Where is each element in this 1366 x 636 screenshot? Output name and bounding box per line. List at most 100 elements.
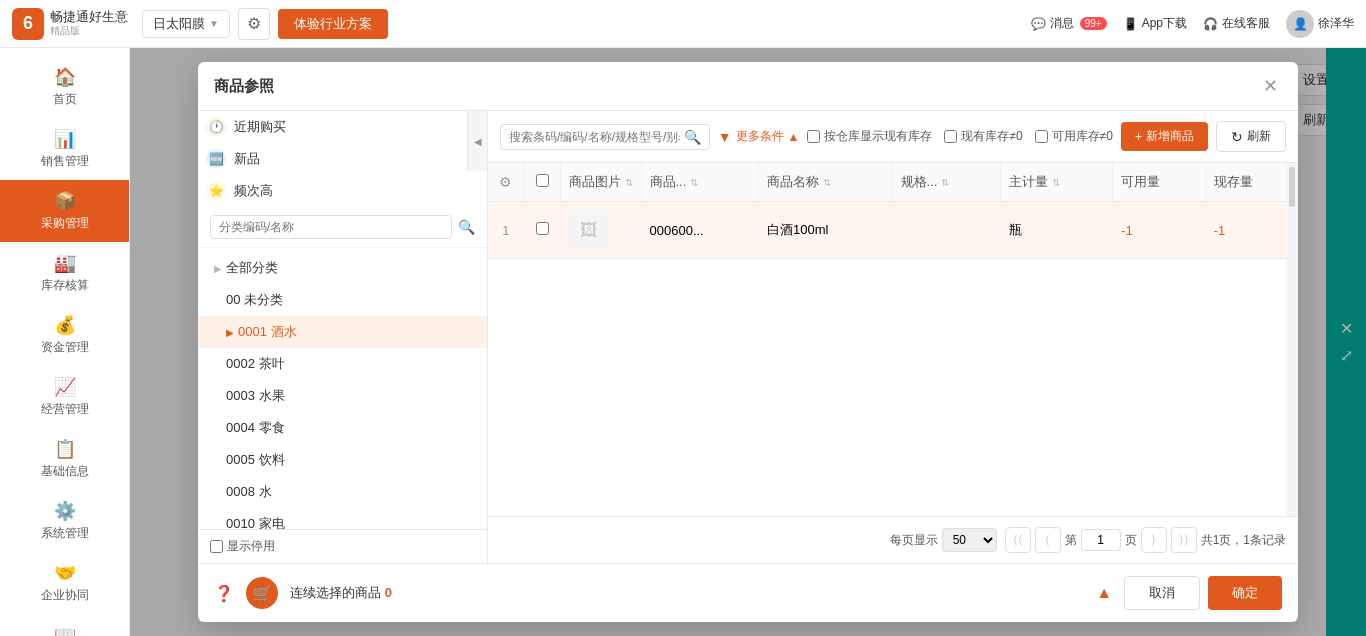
cat-0010[interactable]: 0010 家电 [198,508,487,529]
category-search-icon[interactable]: 🔍 [458,219,475,235]
collapse-button[interactable]: ◀ [467,111,487,171]
trial-button[interactable]: 体验行业方案 [278,9,388,39]
sidebar-item-basic[interactable]: 📋 基础信息 [0,428,129,490]
scrollbar-track[interactable] [1286,163,1298,516]
cat-0010-label: 0010 家电 [226,515,285,529]
cart-button[interactable]: 🛒 [246,577,278,609]
cat-0008-label: 0008 水 [226,483,272,501]
select-all-checkbox[interactable] [536,174,549,187]
row-available: -1 [1113,202,1205,259]
cat-arrow-0001: ▶ [226,327,234,338]
modal-overlay: 商品参照 ✕ 🕐 近期购买 [130,48,1366,636]
per-page: 每页显示 50 100 [890,528,997,552]
row-select-checkbox[interactable] [536,222,549,235]
settings-icon[interactable]: ⚙ [238,8,270,40]
cat-00[interactable]: 00 未分类 [198,284,487,316]
refresh-button[interactable]: ↻ 刷新 [1216,121,1286,152]
th-stock: 现存量 [1205,163,1297,202]
show-disabled-checkbox[interactable] [210,540,223,553]
sidebar-label-enterprise: 企业协同 [41,587,89,604]
add-product-button[interactable]: + 新增商品 [1121,122,1208,151]
filter-recent[interactable]: 🕐 近期购买 [198,111,467,143]
app-sub: 精品版 [50,24,128,38]
checkbox-usable-nonzero[interactable]: 可用库存≠0 [1035,128,1113,145]
cancel-button[interactable]: 取消 [1124,576,1200,610]
selected-count: 0 [385,585,392,600]
sidebar-item-sales[interactable]: 📊 销售管理 [0,118,129,180]
table-row[interactable]: 1 🖼 000600... 白酒100ml [488,202,1298,259]
guide-icon: 📖 [54,624,76,636]
product-search-input[interactable] [509,130,680,144]
th-available: 可用量 [1113,163,1205,202]
more-conditions-btn[interactable]: ▼ 更多条件 ▲ [718,128,800,145]
cat-0003[interactable]: 0003 水果 [198,380,487,412]
service-button[interactable]: 🎧 在线客服 [1203,15,1270,32]
category-search-input[interactable] [210,215,452,239]
store-selector[interactable]: 日太阳膜 ▼ [142,10,230,38]
sidebar-item-home[interactable]: 🏠 首页 [0,56,129,118]
sidebar-item-purchase[interactable]: 📦 采购管理 [0,180,129,242]
th-name-label: 商品名称 [767,173,819,191]
cat-0002-label: 0002 茶叶 [226,355,285,373]
page-last-button[interactable]: ⟩⟩ [1171,527,1197,553]
sidebar-item-finance[interactable]: 💰 资金管理 [0,304,129,366]
by-warehouse-input[interactable] [807,130,820,143]
usable-nonzero-label: 可用库存≠0 [1052,128,1113,145]
page-input[interactable] [1081,529,1121,551]
sidebar-item-inventory[interactable]: 🏭 库存核算 [0,242,129,304]
th-spec: 规格... ⇅ [892,163,1001,202]
show-disabled-label[interactable]: 显示停用 [210,538,275,555]
cat-0001-label: 0001 酒水 [238,323,297,341]
cat-0008[interactable]: 0008 水 [198,476,487,508]
help-icon[interactable]: ❓ [214,584,234,603]
home-icon: 🏠 [54,66,76,88]
modal-body: 🕐 近期购买 🆕 新品 ⭐ 频次高 [198,111,1298,563]
right-panel-content: 🔍 ▼ 更多条件 ▲ 按仓库显示现有库存 [488,111,1298,563]
usable-nonzero-input[interactable] [1035,130,1048,143]
new-icon: 🆕 [206,149,226,169]
filter-frequent[interactable]: ⭐ 频次高 [198,175,467,207]
th-name: 商品名称 ⇅ [758,163,892,202]
quick-filters: 🕐 近期购买 🆕 新品 ⭐ 频次高 [198,111,467,207]
page-info: 共1页，1条记录 [1201,532,1286,549]
checkbox-available-nonzero[interactable]: 现有库存≠0 [944,128,1022,145]
selected-text-label: 连续选择的商品 [290,585,381,600]
row-spec [892,202,1001,259]
sales-icon: 📊 [54,128,76,150]
cat-0002[interactable]: 0002 茶叶 [198,348,487,380]
page-next-button[interactable]: ⟩ [1141,527,1167,553]
messages-button[interactable]: 💬 消息 99+ [1031,15,1107,32]
filter-new[interactable]: 🆕 新品 [198,143,467,175]
row-no: 1 [488,202,524,259]
sidebar-item-operation[interactable]: 📈 经营管理 [0,366,129,428]
row-checkbox[interactable] [524,202,560,259]
page-first-button[interactable]: ⟨⟨ [1005,527,1031,553]
sidebar-item-guide[interactable]: 📖 新手引导 [0,614,129,636]
page-prev-button[interactable]: ⟨ [1035,527,1061,553]
search-icon[interactable]: 🔍 [684,129,701,145]
th-checkbox [524,163,560,202]
sidebar-item-enterprise[interactable]: 🤝 企业协同 [0,552,129,614]
confirm-button[interactable]: 确定 [1208,576,1282,610]
cat-arrow-all: ▶ [214,263,222,274]
filter-checkboxes: 按仓库显示现有库存 现有库存≠0 可用库存≠0 [807,128,1113,145]
quick-filters-row: 🕐 近期购买 🆕 新品 ⭐ 频次高 [198,111,487,207]
cat-all[interactable]: ▶ 全部分类 [198,252,487,284]
per-page-select[interactable]: 50 100 [942,528,997,552]
cat-0005[interactable]: 0005 饮料 [198,444,487,476]
th-settings[interactable]: ⚙ [488,163,524,202]
collapse-cart-icon[interactable]: ▲ [1096,584,1112,602]
cat-0001[interactable]: ▶ 0001 酒水 [198,316,487,348]
more-conditions-label: 更多条件 [736,128,784,145]
sort-spec-icon: ⇅ [941,177,949,188]
modal-close-button[interactable]: ✕ [1258,74,1282,98]
user-area[interactable]: 👤 徐泽华 [1286,10,1354,38]
sidebar-item-system[interactable]: ⚙️ 系统管理 [0,490,129,552]
available-nonzero-input[interactable] [944,130,957,143]
checkbox-by-warehouse[interactable]: 按仓库显示现有库存 [807,128,932,145]
app-download-button[interactable]: 📱 App下载 [1123,15,1187,32]
available-nonzero-label: 现有库存≠0 [961,128,1022,145]
finance-icon: 💰 [54,314,76,336]
cat-0004[interactable]: 0004 零食 [198,412,487,444]
table-settings-icon[interactable]: ⚙ [499,174,512,190]
